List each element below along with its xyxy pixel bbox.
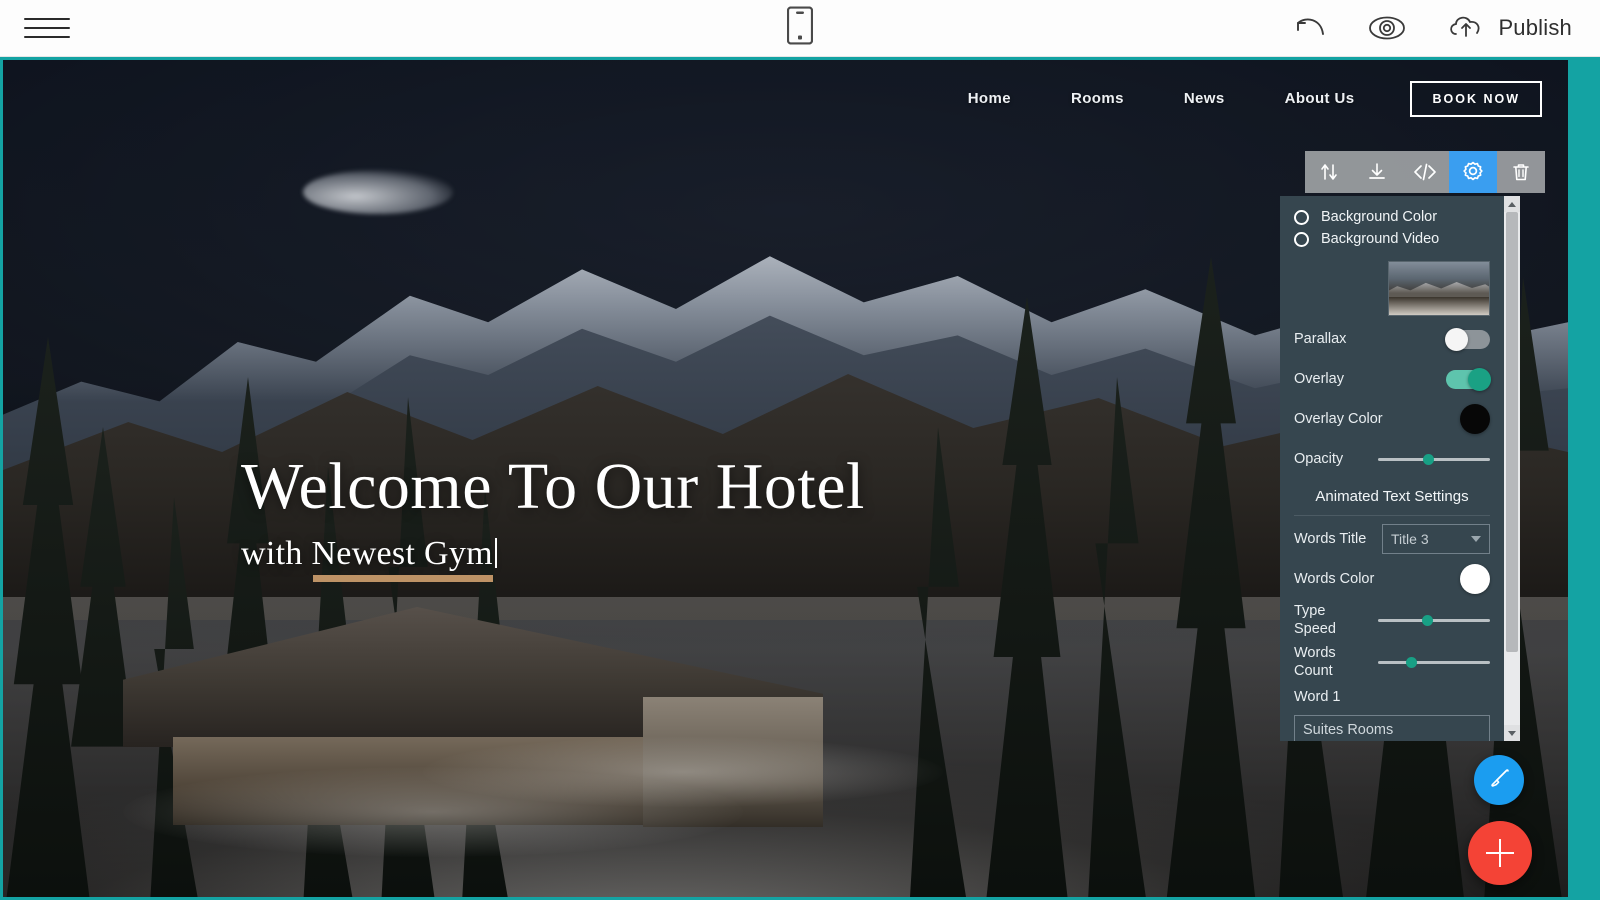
undo-arrow-icon[interactable] <box>1294 14 1328 42</box>
setting-label-overlay: Overlay <box>1294 370 1344 387</box>
overlay-color-swatch[interactable] <box>1460 404 1490 434</box>
radio-background-video[interactable]: Background Video <box>1280 228 1504 250</box>
style-editor-fab[interactable] <box>1474 755 1524 805</box>
radio-background-color[interactable]: Background Color <box>1280 206 1504 228</box>
editor-actions: Publish <box>1294 11 1572 46</box>
setting-label-line: Count <box>1294 663 1333 680</box>
block-toolbar <box>1305 151 1545 193</box>
site-navigation: Home Rooms News About Us BOOK NOW <box>938 80 1548 117</box>
toggle-knob <box>1468 367 1491 391</box>
setting-label-line: Words <box>1294 645 1336 662</box>
setting-label-line: Type <box>1294 603 1326 619</box>
snow-streak-decoration <box>423 737 943 807</box>
slider-thumb[interactable] <box>1422 615 1433 627</box>
setting-row-parallax: Parallax <box>1280 322 1504 356</box>
block-settings-button[interactable] <box>1449 151 1497 193</box>
nav-link-home[interactable]: Home <box>938 80 1041 117</box>
radio-label: Background Color <box>1321 209 1438 225</box>
setting-label-words-color: Words Color <box>1294 570 1375 587</box>
setting-row-overlay: Overlay <box>1280 362 1504 396</box>
nav-link-about-us[interactable]: About Us <box>1255 80 1385 117</box>
edit-code-button[interactable] <box>1401 151 1449 193</box>
setting-row-words-color: Words Color <box>1280 562 1504 596</box>
hero-subtitle[interactable]: with Newest Gym <box>241 535 493 573</box>
subtitle-underline-decoration <box>313 575 493 583</box>
nav-link-rooms[interactable]: Rooms <box>1041 80 1154 117</box>
setting-row-opacity: Opacity <box>1280 442 1504 476</box>
type-speed-slider[interactable] <box>1378 611 1490 629</box>
settings-panel-scrollbar[interactable] <box>1504 196 1520 741</box>
slider-track <box>1378 661 1490 665</box>
setting-label-opacity: Opacity <box>1294 450 1344 467</box>
hamburger-menu-icon[interactable] <box>24 8 70 48</box>
triangle-down-icon <box>1508 730 1516 736</box>
slider-track <box>1378 458 1490 461</box>
cloud-upload-icon <box>1446 11 1486 46</box>
setting-row-overlay-color: Overlay Color <box>1280 402 1504 436</box>
radio-label: Background Video <box>1321 231 1440 247</box>
hero-text-group: Welcome To Our Hotel with Newest Gym <box>241 452 865 583</box>
opacity-slider[interactable] <box>1378 450 1490 468</box>
setting-row-words-count: Words Count <box>1280 644 1504 680</box>
radio-circle-icon <box>1294 231 1309 247</box>
setting-label-words-title: Words Title <box>1294 530 1367 547</box>
setting-label-word1: Word 1 <box>1294 689 1341 706</box>
setting-row-word1: Word 1 <box>1280 687 1504 709</box>
slider-track <box>1378 619 1490 623</box>
plus-icon <box>1499 839 1501 867</box>
editor-topbar: Publish <box>0 0 1600 57</box>
words-color-swatch[interactable] <box>1460 564 1490 594</box>
background-image-thumbnail[interactable] <box>1388 261 1490 316</box>
eye-preview-icon[interactable] <box>1368 14 1406 42</box>
setting-label-type-speed: Type Speed <box>1294 602 1378 638</box>
hamburger-bar <box>24 36 70 38</box>
toggle-knob <box>1445 327 1468 351</box>
add-block-fab[interactable] <box>1468 821 1532 885</box>
setting-label-line: Speed <box>1294 621 1336 638</box>
words-title-select[interactable]: Title 3 <box>1382 524 1490 554</box>
scroll-down-arrow-icon[interactable] <box>1504 725 1520 741</box>
hamburger-bar <box>24 27 70 29</box>
block-settings-panel: Background Color Background Video Parall… <box>1280 196 1520 741</box>
setting-label-parallax: Parallax <box>1294 330 1347 347</box>
words-title-selected-value: Title 3 <box>1391 531 1429 547</box>
settings-panel-body: Background Color Background Video Parall… <box>1280 196 1504 741</box>
triangle-up-icon <box>1508 201 1516 207</box>
setting-row-words-title: Words Title Title 3 <box>1280 522 1504 556</box>
delete-block-button[interactable] <box>1497 151 1545 193</box>
animated-text-settings-heading: Animated Text Settings <box>1315 488 1469 505</box>
setting-label-overlay-color: Overlay Color <box>1294 410 1383 427</box>
publish-label: Publish <box>1498 15 1572 40</box>
download-block-button[interactable] <box>1353 151 1401 193</box>
setting-label-words-count: Words Count <box>1294 644 1378 680</box>
radio-circle-icon <box>1294 209 1309 225</box>
hero-title[interactable]: Welcome To Our Hotel <box>241 452 865 522</box>
mobile-device-icon[interactable] <box>786 6 814 50</box>
scrollbar-thumb[interactable] <box>1506 212 1518 652</box>
slider-thumb[interactable] <box>1406 657 1417 669</box>
parallax-toggle[interactable] <box>1445 327 1490 351</box>
text-cursor-caret <box>494 538 497 569</box>
publish-button[interactable]: Publish <box>1446 11 1572 46</box>
scroll-up-arrow-icon[interactable] <box>1504 196 1520 212</box>
book-now-button[interactable]: BOOK NOW <box>1410 80 1542 117</box>
overlay-toggle[interactable] <box>1446 367 1491 391</box>
slider-thumb[interactable] <box>1423 454 1434 465</box>
panel-divider <box>1294 515 1490 516</box>
words-count-slider[interactable] <box>1378 653 1490 671</box>
chevron-down-icon <box>1471 536 1481 542</box>
hamburger-bar <box>24 18 70 20</box>
hero-subtitle-wrap: with Newest Gym <box>241 535 497 583</box>
move-block-button[interactable] <box>1305 151 1353 193</box>
cloud-decoration <box>303 170 453 214</box>
paintbrush-icon <box>1486 765 1512 796</box>
setting-row-type-speed: Type Speed <box>1280 602 1504 638</box>
word1-input[interactable]: Suites Rooms <box>1294 714 1490 741</box>
nav-link-news[interactable]: News <box>1154 80 1255 117</box>
